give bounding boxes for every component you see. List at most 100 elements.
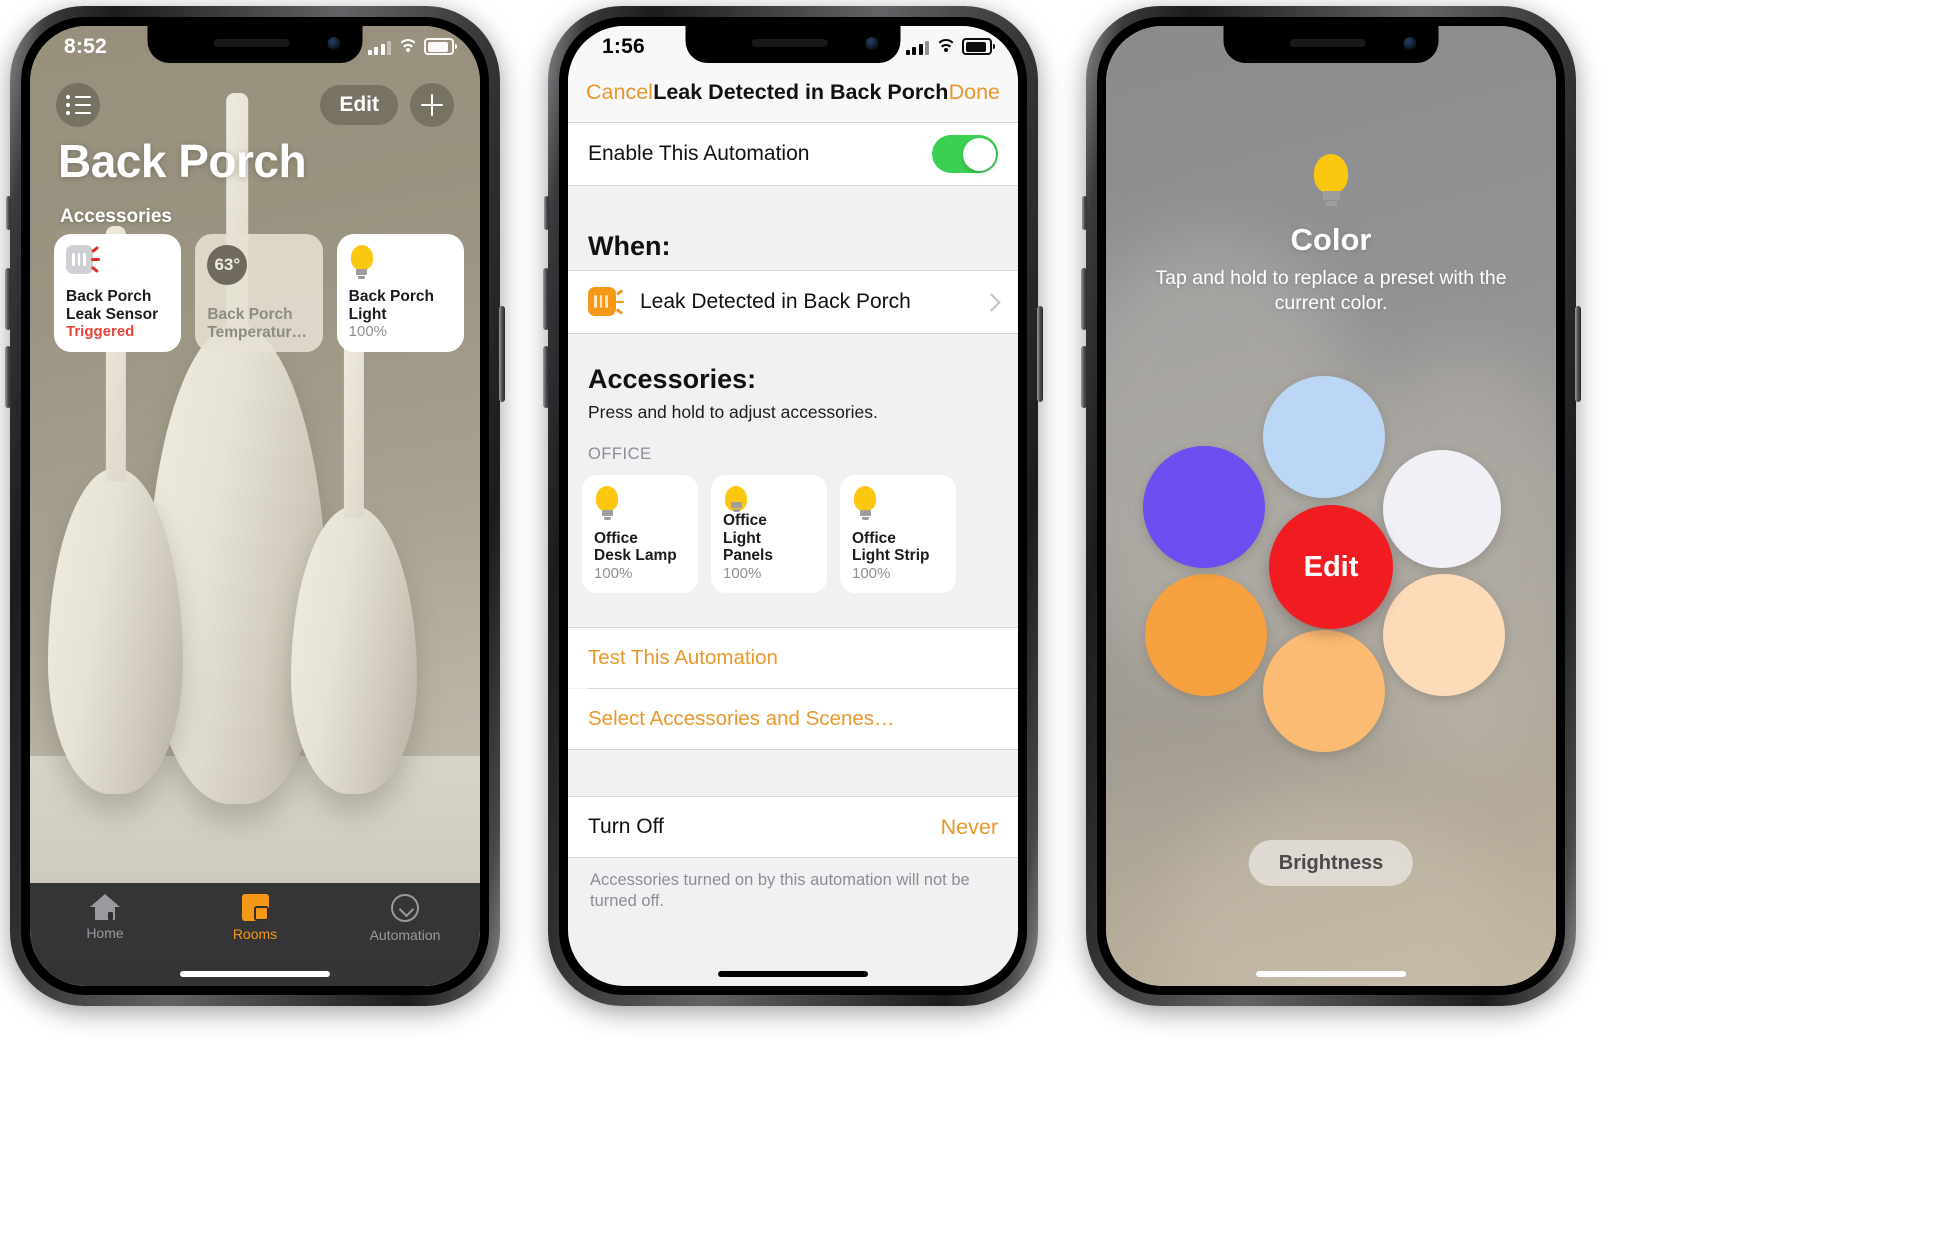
color-swatch-orange-light[interactable] bbox=[1263, 630, 1385, 752]
tab-label: Rooms bbox=[232, 926, 278, 942]
lightbulb-icon bbox=[852, 486, 878, 520]
turn-off-footnote: Accessories turned on by this automation… bbox=[590, 871, 970, 911]
accessory-tile-list: Back Porch Leak Sensor Triggered 63° Back… bbox=[54, 234, 464, 352]
tab-label: Home bbox=[86, 925, 124, 941]
edit-button[interactable]: Edit bbox=[320, 85, 398, 125]
color-preset-wheel: Edit bbox=[1135, 376, 1527, 758]
home-indicator[interactable] bbox=[1256, 971, 1406, 977]
room-list-button[interactable] bbox=[56, 83, 100, 127]
add-button[interactable] bbox=[410, 83, 454, 127]
cellular-signal-icon bbox=[367, 39, 391, 55]
home-indicator[interactable] bbox=[180, 971, 330, 977]
test-automation-button[interactable]: Test This Automation bbox=[568, 628, 1018, 688]
home-indicator[interactable] bbox=[718, 971, 868, 977]
turn-off-row[interactable]: Turn Off Never bbox=[568, 797, 1018, 857]
accessory-tile-office-desk-lamp[interactable]: Office Desk Lamp 100% bbox=[582, 475, 698, 593]
mute-switch[interactable] bbox=[544, 196, 549, 230]
leak-sensor-icon bbox=[588, 287, 624, 317]
trigger-row[interactable]: Leak Detected in Back Porch bbox=[568, 271, 1018, 333]
accessory-name: Back Porch Leak Sensor bbox=[66, 288, 159, 323]
status-time: 1:56 bbox=[602, 35, 645, 58]
when-header-wrap: When: bbox=[568, 186, 1018, 270]
test-automation-label: Test This Automation bbox=[588, 646, 778, 669]
select-accessories-button[interactable]: Select Accessories and Scenes… bbox=[568, 689, 1018, 749]
accessory-name: Back Porch Light bbox=[348, 288, 434, 323]
accessories-section-label: Accessories bbox=[60, 206, 172, 227]
color-swatch-purple[interactable] bbox=[1143, 446, 1265, 568]
volume-down-button[interactable] bbox=[5, 346, 11, 408]
accessory-name: Office Desk Lamp bbox=[594, 529, 677, 565]
volume-up-button[interactable] bbox=[543, 268, 549, 330]
accessory-tile-temperature[interactable]: 63° Back Porch Temperatur… bbox=[195, 234, 323, 352]
phone-1-screen: 8:52 Edit Back Porch Accessories Back Po… bbox=[30, 26, 480, 986]
screenshot-canvas: 8:52 Edit Back Porch Accessories Back Po… bbox=[0, 0, 1960, 1234]
accessory-status: 100% bbox=[852, 565, 891, 582]
phone-2-automation-detail: 1:56 Cancel Leak Detected in Back Porch … bbox=[543, 6, 1043, 1006]
leak-sensor-icon bbox=[66, 245, 100, 275]
trigger-label: Leak Detected in Back Porch bbox=[640, 290, 911, 313]
mute-switch[interactable] bbox=[6, 196, 11, 230]
when-header: When: bbox=[588, 231, 671, 261]
lightbulb-icon bbox=[349, 245, 375, 279]
page-title: Color bbox=[1290, 222, 1372, 257]
side-button[interactable] bbox=[499, 306, 505, 402]
tab-home[interactable]: Home bbox=[30, 894, 180, 941]
accessories-header-wrap: Accessories: Press and hold to adjust ac… bbox=[568, 334, 1018, 464]
battery-icon bbox=[962, 38, 995, 55]
chevron-right-icon bbox=[982, 292, 1001, 312]
page-title: Back Porch bbox=[58, 135, 307, 187]
tab-automation[interactable]: Automation bbox=[330, 894, 480, 943]
color-swatch-peach[interactable] bbox=[1383, 574, 1505, 696]
mute-switch[interactable] bbox=[1082, 196, 1087, 230]
volume-down-button[interactable] bbox=[543, 346, 549, 408]
notch bbox=[1223, 26, 1439, 63]
rooms-icon bbox=[241, 894, 269, 921]
edit-button[interactable]: Edit bbox=[1269, 505, 1393, 629]
side-button[interactable] bbox=[1037, 306, 1043, 402]
color-swatch-light-blue[interactable] bbox=[1263, 376, 1385, 498]
accessory-tile-light[interactable]: Back Porch Light 100% bbox=[336, 234, 464, 352]
lightbulb-icon bbox=[723, 486, 749, 513]
phone-3-screen: Color Tap and hold to replace a preset w… bbox=[1106, 26, 1556, 986]
accessory-name: Office Light Panels bbox=[723, 512, 773, 565]
accessories-header: Accessories: bbox=[588, 364, 757, 394]
notch bbox=[147, 26, 363, 63]
cellular-signal-icon bbox=[905, 39, 929, 55]
turn-off-value: Never bbox=[940, 814, 998, 839]
select-accessories-label: Select Accessories and Scenes… bbox=[588, 707, 895, 730]
status-time: 8:52 bbox=[64, 35, 107, 58]
accessory-status: 100% bbox=[594, 565, 633, 582]
plus-icon bbox=[421, 94, 443, 116]
accessory-status: 100% bbox=[723, 565, 762, 582]
enable-automation-toggle[interactable] bbox=[932, 135, 998, 173]
home-icon bbox=[90, 894, 120, 920]
color-swatch-white[interactable] bbox=[1383, 450, 1501, 568]
brightness-button[interactable]: Brightness bbox=[1248, 840, 1414, 886]
tab-rooms[interactable]: Rooms bbox=[180, 894, 330, 942]
phone-2-screen: 1:56 Cancel Leak Detected in Back Porch … bbox=[568, 26, 1018, 986]
phone-1-room-view: 8:52 Edit Back Porch Accessories Back Po… bbox=[5, 6, 505, 1006]
accessory-tile-leak-sensor[interactable]: Back Porch Leak Sensor Triggered bbox=[54, 234, 182, 352]
enable-automation-row[interactable]: Enable This Automation bbox=[568, 123, 1018, 185]
accessory-tile-office-light-strip[interactable]: Office Light Strip 100% bbox=[840, 475, 956, 593]
battery-icon bbox=[424, 38, 457, 55]
volume-up-button[interactable] bbox=[5, 268, 11, 330]
automation-icon bbox=[391, 894, 419, 922]
volume-up-button[interactable] bbox=[1081, 268, 1087, 330]
list-icon bbox=[65, 95, 91, 115]
lightbulb-icon bbox=[1311, 154, 1351, 206]
volume-down-button[interactable] bbox=[1081, 346, 1087, 408]
side-button[interactable] bbox=[1575, 306, 1581, 402]
done-button[interactable]: Done bbox=[949, 80, 1000, 105]
nav-title: Leak Detected in Back Porch bbox=[653, 79, 949, 104]
cancel-button[interactable]: Cancel bbox=[586, 80, 653, 105]
accessory-status: Triggered bbox=[66, 323, 135, 340]
group-label-office: OFFICE bbox=[588, 445, 652, 463]
accessories-subtitle: Press and hold to adjust accessories. bbox=[588, 402, 878, 422]
accessory-name: Office Light Strip bbox=[852, 529, 930, 565]
color-swatch-orange[interactable] bbox=[1145, 574, 1267, 696]
lightbulb-icon bbox=[594, 486, 620, 520]
page-subtitle: Tap and hold to replace a preset with th… bbox=[1155, 267, 1507, 315]
accessory-tile-office-light-panels[interactable]: Office Light Panels 100% bbox=[711, 475, 827, 593]
office-tile-list: Office Desk Lamp 100% Office Light Panels bbox=[568, 464, 1018, 593]
